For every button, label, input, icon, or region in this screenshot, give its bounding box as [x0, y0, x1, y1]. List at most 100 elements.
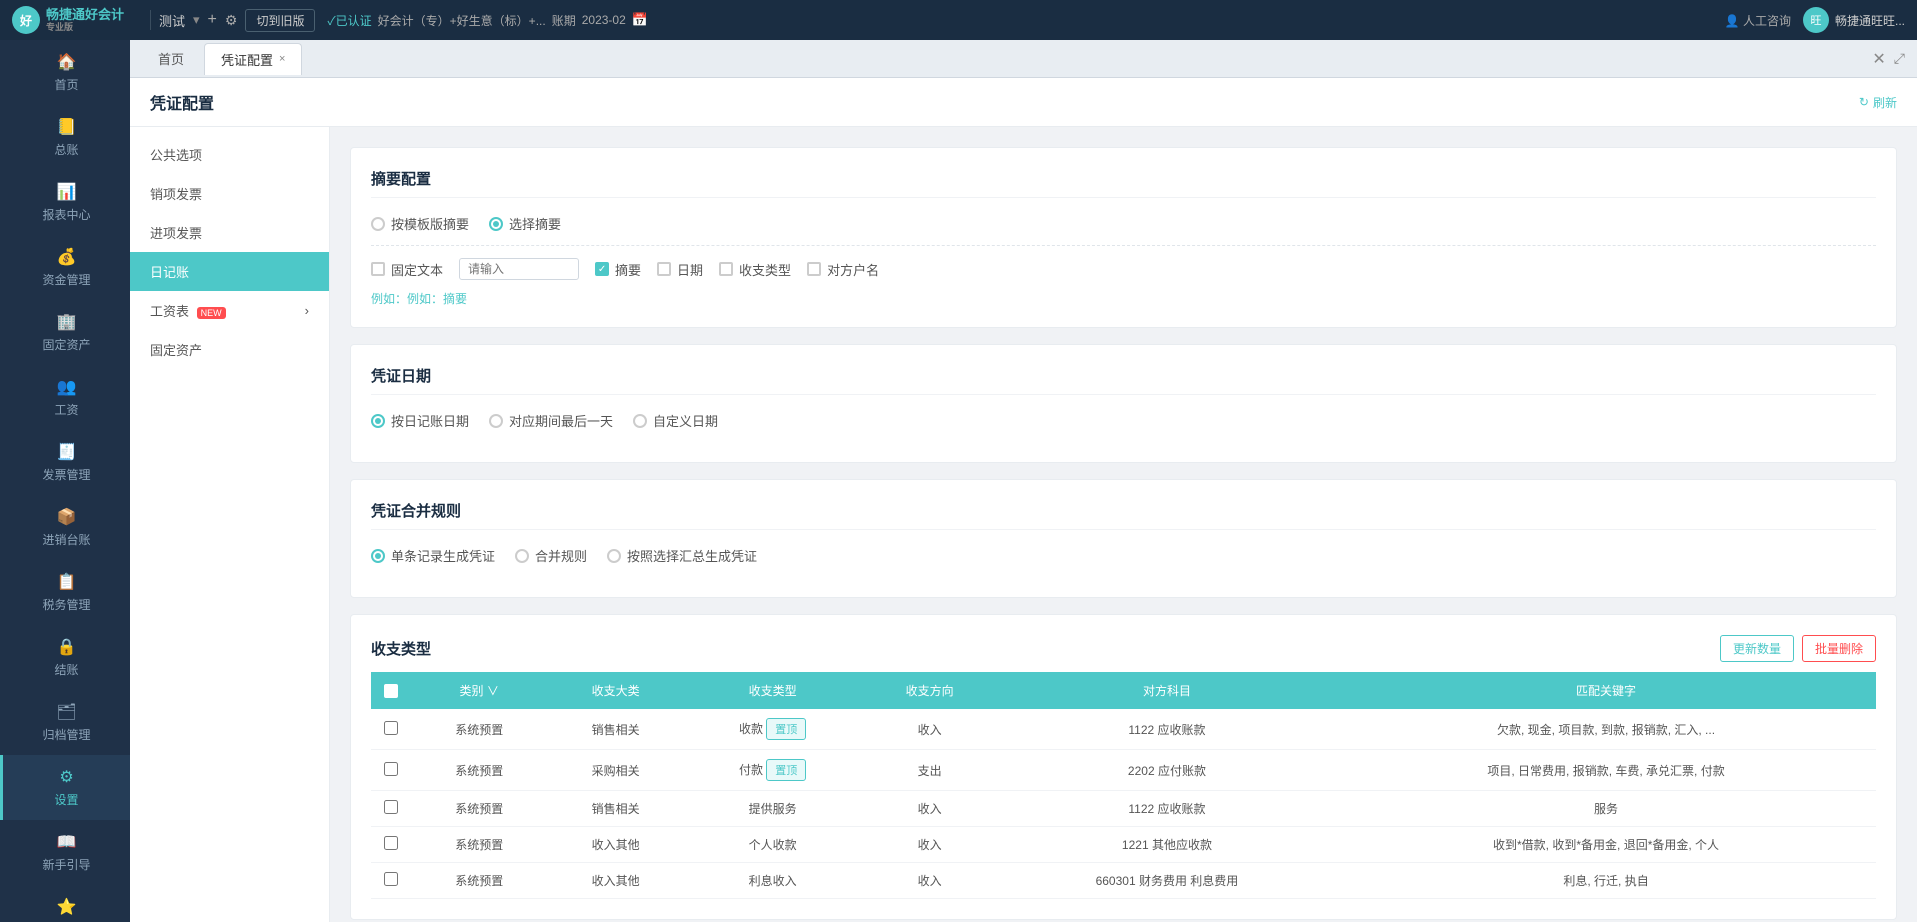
sidebar-item-tax[interactable]: 📋 税务管理 — [0, 560, 130, 625]
divider — [150, 10, 151, 30]
gear-icon[interactable]: ⚙ — [225, 12, 238, 29]
row-check-1[interactable] — [371, 709, 411, 750]
sidebar-item-ledger[interactable]: 📒 总账 — [0, 105, 130, 170]
row-direction-2: 支出 — [861, 750, 997, 791]
checkbox-fixed-text[interactable]: 固定文本 — [371, 260, 443, 279]
window-maximize-icon[interactable]: ⤢ — [1894, 50, 1905, 67]
date-section-title: 凭证日期 — [371, 365, 1876, 395]
avatar: 旺 — [1803, 7, 1829, 33]
col-main-header: 收支大类 — [547, 672, 683, 709]
table-row: 系统预置 采购相关 付款 置顶 支出 2202 应付账款 项目, 日常费用, 报… — [371, 750, 1876, 791]
checkbox-box-date — [657, 262, 671, 276]
fixed-text-input[interactable] — [459, 258, 579, 280]
row-direction-5: 收入 — [861, 863, 997, 899]
radio-journal-date[interactable]: 按日记账日期 — [371, 411, 469, 430]
test-label: 测试 — [159, 11, 185, 30]
radio-period-last[interactable]: 对应期间最后一天 — [489, 411, 613, 430]
radio-template[interactable]: 按模板版摘要 — [371, 214, 469, 233]
funds-icon: 💰 — [57, 247, 77, 267]
sidebar-item-home[interactable]: 🏠 首页 — [0, 40, 130, 105]
user-menu[interactable]: 旺 畅捷通旺旺... — [1803, 7, 1905, 33]
logo-text: 畅捷通好会计 专业版 — [46, 7, 124, 33]
row-check-2[interactable] — [371, 750, 411, 791]
radio-select[interactable]: 选择摘要 — [489, 214, 561, 233]
service-button[interactable]: 👤 人工咨询 — [1725, 12, 1791, 29]
refresh-button[interactable]: ↻ 刷新 — [1859, 94, 1897, 111]
add-icon[interactable]: + — [208, 11, 217, 29]
sidebar-item-reports[interactable]: 📊 报表中心 — [0, 170, 130, 235]
sidebar-item-purchase[interactable]: 📦 进销台账 — [0, 495, 130, 560]
col-keywords-header: 匹配关键字 — [1336, 672, 1876, 709]
sidebar-item-closing[interactable]: 🔒 结账 — [0, 625, 130, 690]
row-main-3: 销售相关 — [547, 791, 683, 827]
col-check[interactable] — [371, 672, 411, 709]
top-bar-right: 👤 人工咨询 旺 畅捷通旺旺... — [1725, 7, 1905, 33]
sidebar-item-assets[interactable]: 🏢 固定资产 — [0, 300, 130, 365]
checkbox-row-2[interactable] — [384, 762, 398, 776]
dropdown-arrow-icon[interactable]: ▾ — [193, 12, 200, 28]
row-direction-3: 收入 — [861, 791, 997, 827]
update-button[interactable]: 更新数量 — [1720, 635, 1794, 662]
row-main-5: 收入其他 — [547, 863, 683, 899]
sidebar-item-settings[interactable]: ⚙ 设置 — [0, 755, 130, 820]
nav-item-public[interactable]: 公共选项 — [130, 135, 329, 174]
row-check-4[interactable] — [371, 827, 411, 863]
checkbox-row-3[interactable] — [384, 800, 398, 814]
table-header-row: 收支类型 更新数量 批量删除 — [371, 635, 1876, 662]
calendar-icon[interactable]: 📅 — [632, 12, 648, 28]
nav-item-sales-invoice[interactable]: 销项发票 — [130, 174, 329, 213]
table-actions: 更新数量 批量删除 — [1720, 635, 1876, 662]
radio-circle-single — [371, 549, 385, 563]
sidebar-item-member[interactable]: ⭐ 畅会员 — [0, 885, 130, 922]
row-category-4: 系统预置 — [411, 827, 547, 863]
sidebar-item-archive[interactable]: 🗂 归档管理 — [0, 690, 130, 755]
row-check-3[interactable] — [371, 791, 411, 827]
sidebar-item-payroll[interactable]: 👥 工资 — [0, 365, 130, 430]
sidebar-item-invoice[interactable]: 🧾 发票管理 — [0, 430, 130, 495]
radio-total[interactable]: 按照选择汇总生成凭证 — [607, 546, 757, 565]
switch-version-button[interactable]: 切到旧版 — [245, 9, 315, 32]
checkbox-date[interactable]: 日期 — [657, 260, 703, 279]
row-keywords-4: 收到*借款, 收到*备用金, 退回*备用金, 个人 — [1336, 827, 1876, 863]
tab-home[interactable]: 首页 — [142, 43, 200, 74]
checkbox-box-counterparty — [807, 262, 821, 276]
nav-item-payroll[interactable]: 工资表 NEW › — [130, 291, 329, 330]
checkbox-row: 固定文本 ✓ 摘要 日期 收支类型 — [371, 258, 1876, 280]
row-type-3: 提供服务 — [684, 791, 862, 827]
radio-single[interactable]: 单条记录生成凭证 — [371, 546, 495, 565]
nav-item-journal[interactable]: 日记账 — [130, 252, 329, 291]
nav-item-fixed-assets[interactable]: 固定资产 — [130, 330, 329, 369]
nav-item-purchase-invoice[interactable]: 进项发票 — [130, 213, 329, 252]
radio-circle-total — [607, 549, 621, 563]
checkbox-row-4[interactable] — [384, 836, 398, 850]
example-text: 例如：例如：摘要 — [371, 290, 1876, 307]
tab-close-icon[interactable]: × — [279, 53, 285, 65]
radio-custom-date[interactable]: 自定义日期 — [633, 411, 718, 430]
table-row: 系统预置 收入其他 个人收款 收入 1221 其他应收款 收到*借款, 收到*备… — [371, 827, 1876, 863]
row-type-4: 个人收款 — [684, 827, 862, 863]
tab-voucher-config[interactable]: 凭证配置 × — [204, 43, 302, 75]
row-account-2: 2202 应付账款 — [998, 750, 1336, 791]
row-category-5: 系统预置 — [411, 863, 547, 899]
status-tags: ✓已认证 好会计（专）+好生意（标）+... 账期 2023-02 📅 — [327, 12, 647, 29]
checkbox-type[interactable]: 收支类型 — [719, 260, 791, 279]
radio-merge[interactable]: 合并规则 — [515, 546, 587, 565]
row-check-5[interactable] — [371, 863, 411, 899]
home-icon: 🏠 — [57, 52, 77, 72]
select-all-checkbox[interactable] — [384, 684, 398, 698]
window-close-icon[interactable]: ✕ — [1872, 49, 1885, 69]
checkbox-row-5[interactable] — [384, 872, 398, 886]
row-account-4: 1221 其他应收款 — [998, 827, 1336, 863]
batch-delete-button[interactable]: 批量删除 — [1802, 635, 1876, 662]
checkbox-counterparty[interactable]: 对方户名 — [807, 260, 879, 279]
app-logo: 好 畅捷通好会计 专业版 — [12, 6, 142, 34]
row-category-3: 系统预置 — [411, 791, 547, 827]
top-btn-2[interactable]: 置顶 — [766, 759, 806, 781]
sidebar-item-guide[interactable]: 📖 新手引导 — [0, 820, 130, 885]
row-type-2: 付款 置顶 — [684, 750, 862, 791]
checkbox-summary[interactable]: ✓ 摘要 — [595, 260, 641, 279]
sidebar-item-funds[interactable]: 💰 资金管理 — [0, 235, 130, 300]
top-btn-1[interactable]: 置顶 — [766, 718, 806, 740]
checkbox-row-1[interactable] — [384, 721, 398, 735]
main-layout: 🏠 首页 📒 总账 📊 报表中心 💰 资金管理 🏢 固定资产 👥 工资 🧾 发票… — [0, 40, 1917, 922]
